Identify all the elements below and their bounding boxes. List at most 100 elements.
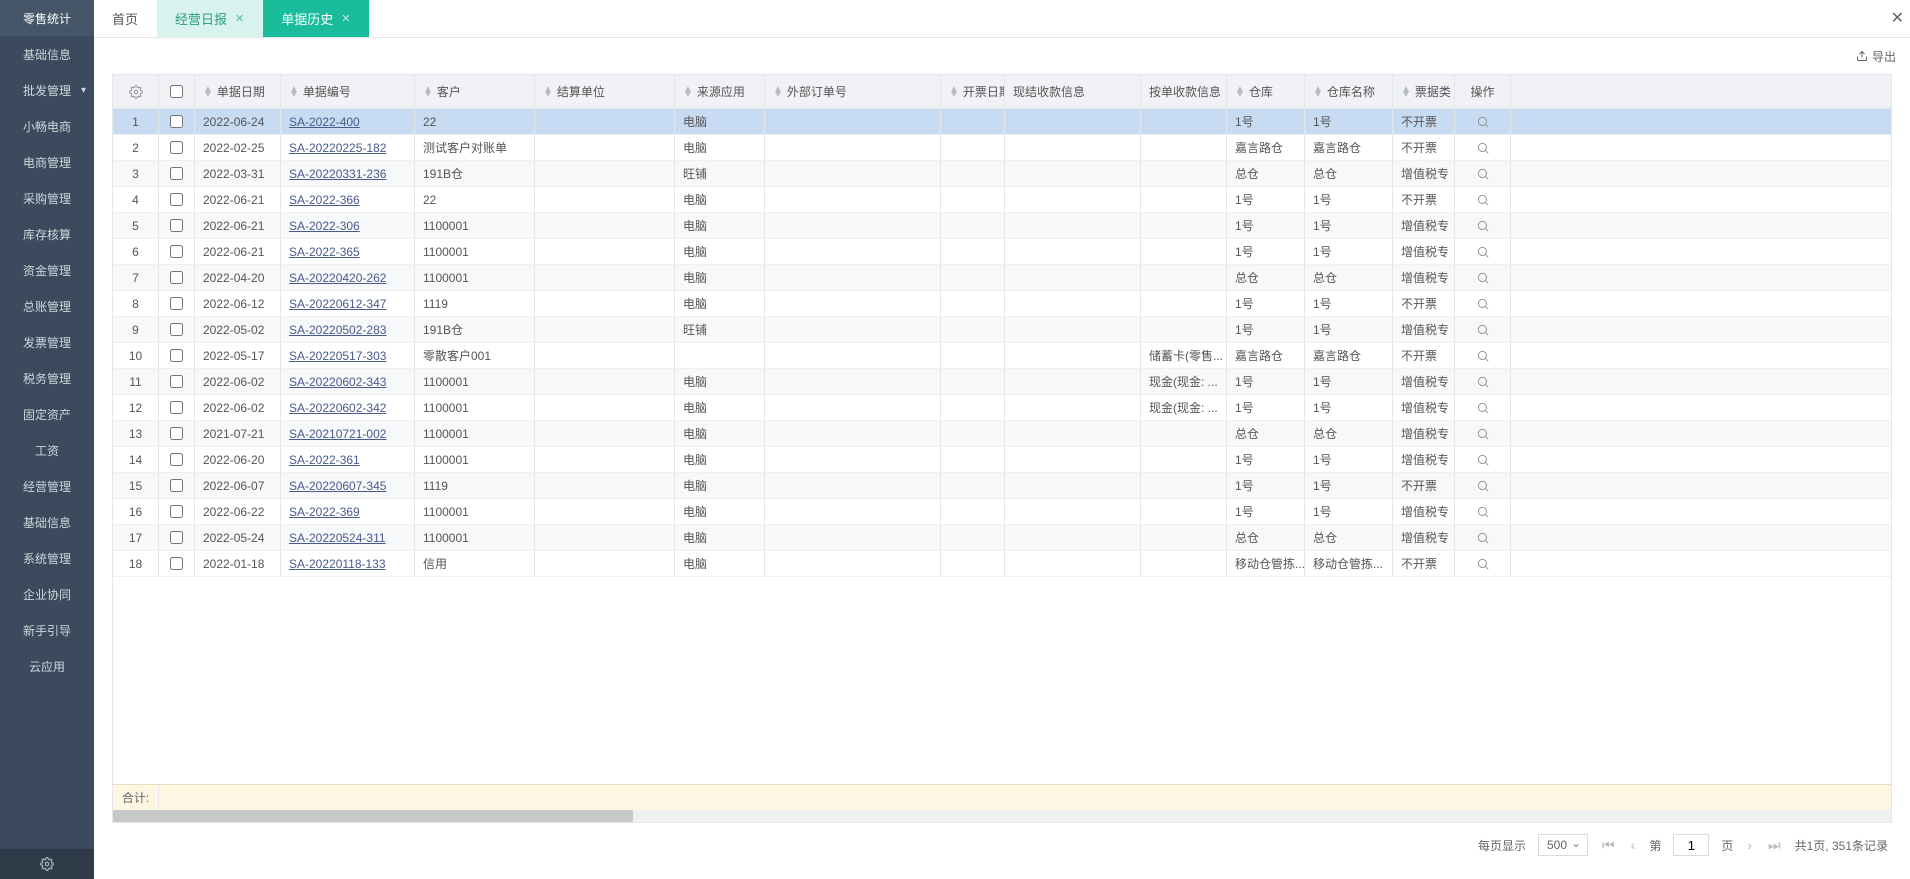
col-warehouse-name[interactable]: ▲▼仓库名称 [1305,75,1393,108]
sidebar-item[interactable]: 电商管理 [0,144,94,180]
doc-link[interactable]: SA-20220602-342 [289,401,386,415]
col-code[interactable]: ▲▼单据编号 [281,75,415,108]
row-checkbox[interactable] [159,343,195,368]
col-cash-info[interactable]: 现结收款信息 [1005,75,1141,108]
row-view-action[interactable] [1455,473,1511,498]
sidebar-item[interactable]: 经营管理 [0,468,94,504]
row-view-action[interactable] [1455,239,1511,264]
next-page[interactable]: › [1745,837,1754,853]
doc-link[interactable]: SA-20220524-311 [289,531,386,545]
table-row[interactable]: 12022-06-24SA-2022-40022电脑1号1号不开票 [113,109,1891,135]
row-checkbox[interactable] [159,499,195,524]
row-view-action[interactable] [1455,161,1511,186]
doc-link[interactable]: SA-2022-365 [289,245,360,259]
row-checkbox[interactable] [159,109,195,134]
doc-link[interactable]: SA-20220502-283 [289,323,386,337]
first-page[interactable]: ⏮ [1600,837,1617,854]
table-row[interactable]: 32022-03-31SA-20220331-236191B仓旺铺总仓总仓增值税… [113,161,1891,187]
sidebar-item[interactable]: 采购管理 [0,180,94,216]
table-row[interactable]: 82022-06-12SA-20220612-3471119电脑1号1号不开票 [113,291,1891,317]
close-all-tabs[interactable]: ✕ [1891,8,1904,28]
tab-document-history[interactable]: 单据历史✕ [263,0,369,37]
select-all[interactable] [159,75,195,108]
table-row[interactable]: 72022-04-20SA-20220420-2621100001电脑总仓总仓增… [113,265,1891,291]
sidebar-item[interactable]: 系统管理 [0,540,94,576]
sidebar-item[interactable]: 批发管理▾ [0,72,94,108]
row-checkbox[interactable] [159,369,195,394]
sidebar-item[interactable]: 新手引导 [0,612,94,648]
row-view-action[interactable] [1455,265,1511,290]
sidebar-item[interactable]: 资金管理 [0,252,94,288]
column-settings[interactable] [113,75,159,108]
row-checkbox[interactable] [159,447,195,472]
sidebar-item[interactable]: 固定资产 [0,396,94,432]
col-invoice-type[interactable]: ▲▼票据类 [1393,75,1455,108]
table-row[interactable]: 182022-01-18SA-20220118-133信用电脑移动仓管拣...移… [113,551,1891,577]
doc-link[interactable]: SA-20220118-133 [289,557,386,571]
row-view-action[interactable] [1455,421,1511,446]
per-page-select[interactable]: 500 [1538,834,1588,856]
doc-link[interactable]: SA-20220420-262 [289,271,386,285]
tab-business-daily[interactable]: 经营日报✕ [157,0,263,37]
prev-page[interactable]: ‹ [1629,837,1638,853]
close-icon[interactable]: ✕ [235,12,244,25]
row-checkbox[interactable] [159,239,195,264]
row-checkbox[interactable] [159,525,195,550]
row-view-action[interactable] [1455,395,1511,420]
row-checkbox[interactable] [159,421,195,446]
sidebar-item[interactable]: 工资 [0,432,94,468]
col-warehouse[interactable]: ▲▼仓库 [1227,75,1305,108]
row-view-action[interactable] [1455,213,1511,238]
table-row[interactable]: 142022-06-20SA-2022-3611100001电脑1号1号增值税专 [113,447,1891,473]
table-row[interactable]: 152022-06-07SA-20220607-3451119电脑1号1号不开票 [113,473,1891,499]
sidebar-item[interactable]: 总账管理 [0,288,94,324]
sidebar-item[interactable]: 云应用 [0,648,94,684]
sidebar-item[interactable]: 零售统计 [0,0,94,36]
horizontal-scrollbar[interactable] [113,810,1891,822]
row-checkbox[interactable] [159,265,195,290]
row-view-action[interactable] [1455,109,1511,134]
sidebar-item[interactable]: 基础信息 [0,36,94,72]
doc-link[interactable]: SA-2022-361 [289,453,360,467]
table-row[interactable]: 102022-05-17SA-20220517-303零散客户001储蓄卡(零售… [113,343,1891,369]
table-row[interactable]: 162022-06-22SA-2022-3691100001电脑1号1号增值税专 [113,499,1891,525]
tab-home[interactable]: 首页 [94,0,157,37]
row-checkbox[interactable] [159,213,195,238]
table-row[interactable]: 42022-06-21SA-2022-36622电脑1号1号不开票 [113,187,1891,213]
doc-link[interactable]: SA-20210721-002 [289,427,386,441]
doc-link[interactable]: SA-2022-400 [289,115,360,129]
sidebar-settings[interactable] [0,849,94,879]
sidebar-item[interactable]: 小畅电商 [0,108,94,144]
row-checkbox[interactable] [159,161,195,186]
table-row[interactable]: 62022-06-21SA-2022-3651100001电脑1号1号增值税专 [113,239,1891,265]
close-icon[interactable]: ✕ [341,12,350,25]
col-date[interactable]: ▲▼单据日期 [195,75,281,108]
col-bill-info[interactable]: 按单收款信息 [1141,75,1227,108]
col-customer[interactable]: ▲▼客户 [415,75,535,108]
row-checkbox[interactable] [159,135,195,160]
row-view-action[interactable] [1455,369,1511,394]
table-row[interactable]: 112022-06-02SA-20220602-3431100001电脑现金(现… [113,369,1891,395]
doc-link[interactable]: SA-20220225-182 [289,141,386,155]
col-invoice-date[interactable]: ▲▼开票日期 [941,75,1005,108]
row-view-action[interactable] [1455,343,1511,368]
row-checkbox[interactable] [159,291,195,316]
doc-link[interactable]: SA-2022-366 [289,193,360,207]
last-page[interactable]: ⏭ [1766,837,1783,854]
table-row[interactable]: 22022-02-25SA-20220225-182测试客户对账单电脑嘉言路仓嘉… [113,135,1891,161]
row-checkbox[interactable] [159,187,195,212]
sidebar-item[interactable]: 基础信息 [0,504,94,540]
row-view-action[interactable] [1455,317,1511,342]
doc-link[interactable]: SA-20220517-303 [289,349,386,363]
sidebar-item[interactable]: 税务管理 [0,360,94,396]
row-view-action[interactable] [1455,551,1511,576]
row-checkbox[interactable] [159,395,195,420]
row-view-action[interactable] [1455,291,1511,316]
row-checkbox[interactable] [159,551,195,576]
sidebar-item[interactable]: 库存核算 [0,216,94,252]
doc-link[interactable]: SA-20220607-345 [289,479,386,493]
table-row[interactable]: 172022-05-24SA-20220524-3111100001电脑总仓总仓… [113,525,1891,551]
row-view-action[interactable] [1455,525,1511,550]
doc-link[interactable]: SA-20220612-347 [289,297,386,311]
doc-link[interactable]: SA-20220602-343 [289,375,386,389]
